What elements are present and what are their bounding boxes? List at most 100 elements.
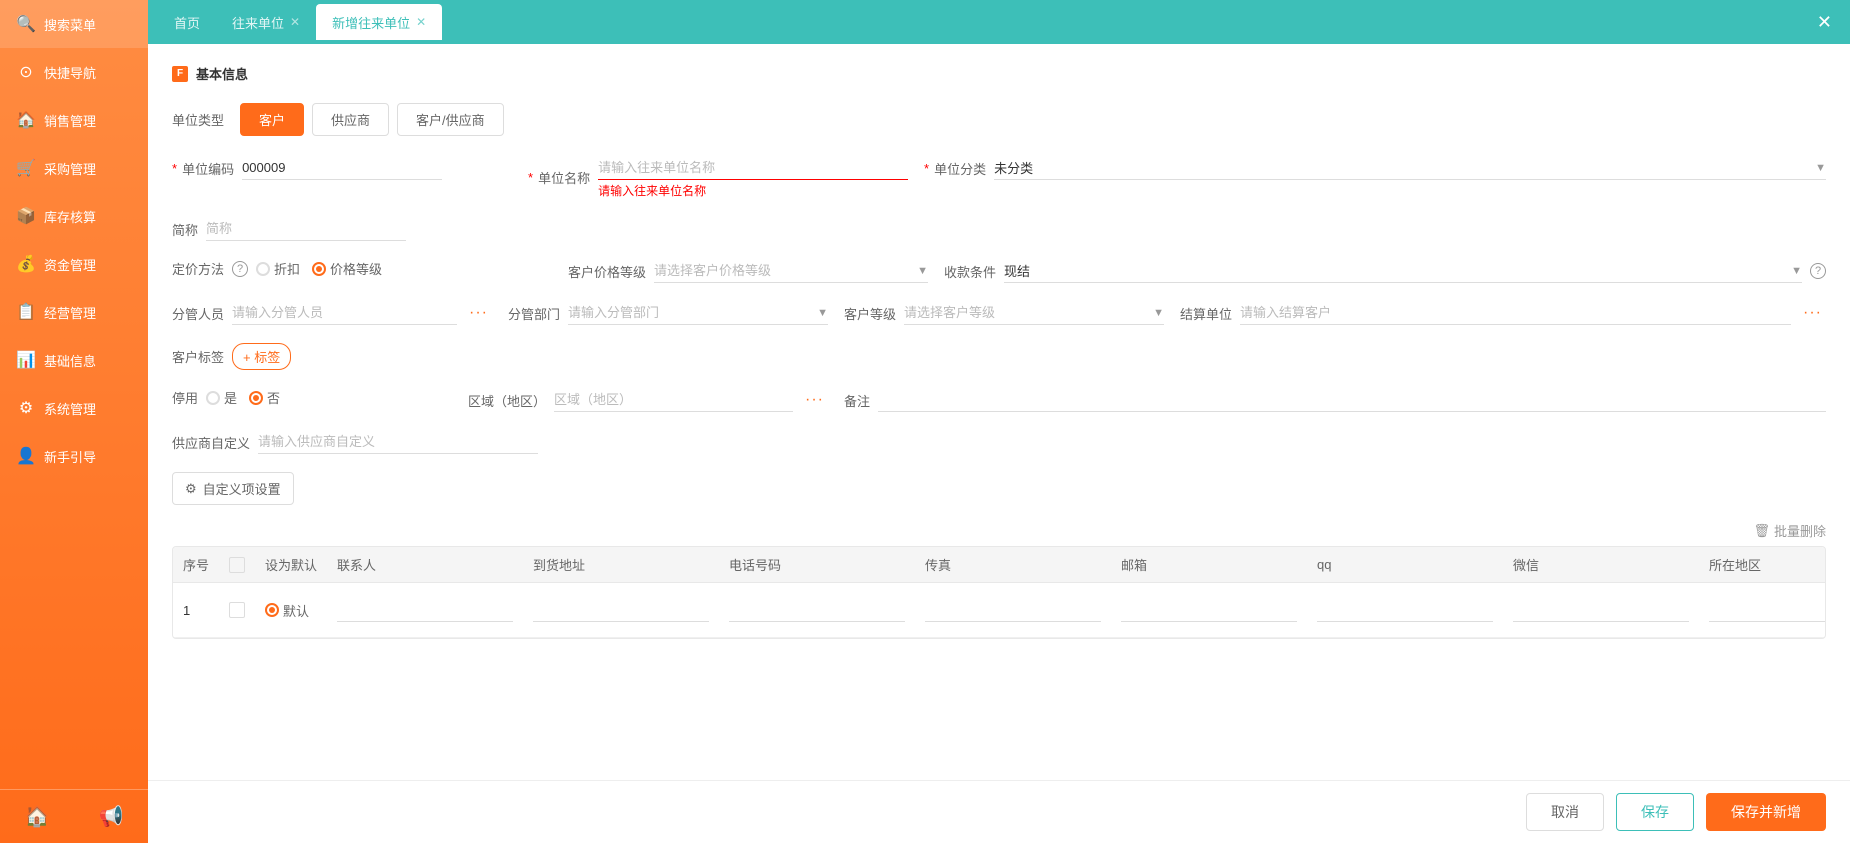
row-qq-input[interactable] (1317, 598, 1493, 622)
tab-partners-close[interactable]: ✕ (290, 15, 300, 29)
unit-name-input[interactable] (598, 156, 908, 180)
settlement-unit-input[interactable] (1240, 301, 1791, 325)
region-input[interactable] (554, 388, 793, 412)
sidebar-item-search[interactable]: 🔍 搜索菜单 (0, 0, 148, 48)
manager-more-btn[interactable]: ··· (465, 304, 492, 322)
col-area: 所在地区 (1699, 547, 1826, 583)
sidebar-item-quick-nav[interactable]: ⊙ 快捷导航 (0, 48, 148, 96)
row-checkbox[interactable] (229, 602, 245, 618)
sidebar-item-basic-info[interactable]: 📊 基础信息 (0, 336, 148, 384)
customer-price-level-input[interactable] (654, 259, 917, 282)
department-select[interactable]: ▼ (568, 301, 828, 325)
unit-name-wrapper: 请输入往来单位名称 (598, 156, 908, 199)
customer-price-level-select[interactable]: ▼ (654, 259, 928, 283)
field-unit-code: 单位编码 (172, 156, 512, 180)
pricing-discount-radio[interactable]: 折扣 (256, 259, 300, 278)
row-qq[interactable] (1307, 583, 1503, 638)
sidebar-item-label: 系统管理 (44, 399, 96, 418)
sidebar-home-btn[interactable]: 🏠 (17, 800, 58, 833)
department-label: 分管部门 (508, 304, 560, 323)
col-seq: 序号 (173, 547, 219, 583)
unit-code-input[interactable] (242, 156, 442, 180)
department-input[interactable] (568, 301, 817, 324)
row-wechat-input[interactable] (1513, 598, 1689, 622)
unit-category-input[interactable] (994, 156, 1815, 179)
newbie-icon: 👤 (16, 446, 36, 466)
disable-no-circle (249, 391, 263, 405)
sidebar-item-purchase[interactable]: 🛒 采购管理 (0, 144, 148, 192)
payment-terms-input[interactable] (1004, 259, 1791, 282)
row-email[interactable] (1111, 583, 1307, 638)
customer-price-level-label: 客户价格等级 (568, 262, 646, 281)
disable-yes-radio[interactable]: 是 (206, 388, 237, 407)
supplier-custom-input[interactable] (258, 430, 538, 454)
custom-settings-btn[interactable]: ⚙ 自定义项设置 (172, 472, 294, 505)
row-area-input[interactable] (1709, 598, 1826, 622)
pricing-level-radio[interactable]: 价格等级 (312, 259, 382, 278)
disable-no-radio[interactable]: 否 (249, 388, 280, 407)
customer-level-select[interactable]: ▼ (904, 301, 1164, 325)
tab-bar: 首页 往来单位 ✕ 新增往来单位 ✕ ✕ (148, 0, 1850, 44)
sidebar-item-label: 销售管理 (44, 111, 96, 130)
form-row-7: 供应商自定义 (172, 430, 1826, 454)
row-contact-input[interactable] (337, 598, 513, 622)
gear-icon: ⚙ (185, 481, 197, 497)
customer-level-input[interactable] (904, 301, 1153, 324)
row-phone[interactable] (719, 583, 915, 638)
tab-bar-close-btn[interactable]: ✕ (1809, 12, 1840, 33)
sidebar-item-newbie[interactable]: 👤 新手引导 (0, 432, 148, 480)
sidebar-item-label: 经营管理 (44, 303, 96, 322)
sidebar-item-inventory[interactable]: 📦 库存核算 (0, 192, 148, 240)
cancel-button[interactable]: 取消 (1526, 793, 1604, 831)
unit-category-select[interactable]: ▼ (994, 156, 1826, 180)
tab-new-partner-close[interactable]: ✕ (416, 15, 426, 29)
manager-label: 分管人员 (172, 304, 224, 323)
sidebar-item-sales[interactable]: 🏠 销售管理 (0, 96, 148, 144)
batch-delete-btn[interactable]: 🗑 批量删除 (1753, 521, 1826, 540)
sidebar-item-system[interactable]: ⚙ 系统管理 (0, 384, 148, 432)
row-email-input[interactable] (1121, 598, 1297, 622)
sidebar-item-finance[interactable]: 💰 资金管理 (0, 240, 148, 288)
pricing-level-circle (312, 262, 326, 276)
short-name-input[interactable] (206, 217, 406, 241)
row-phone-input[interactable] (729, 598, 905, 622)
pricing-help-icon[interactable]: ? (232, 261, 248, 277)
region-more-btn[interactable]: ··· (801, 391, 828, 409)
payment-terms-select[interactable]: ▼ (1004, 259, 1802, 283)
field-settlement-unit: 结算单位 ··· (1180, 301, 1826, 325)
sidebar-notify-btn[interactable]: 📢 (91, 800, 132, 833)
tab-new-partner-label: 新增往来单位 (332, 13, 410, 32)
type-btn-supplier[interactable]: 供应商 (312, 103, 389, 136)
row-default-radio[interactable]: 默认 (265, 601, 317, 620)
tab-home[interactable]: 首页 (158, 4, 216, 40)
payment-terms-help-icon[interactable]: ? (1810, 263, 1826, 279)
remark-input[interactable] (878, 388, 1826, 412)
row-fax-input[interactable] (925, 598, 1101, 622)
row-contact[interactable] (327, 583, 523, 638)
disable-radio-group: 是 否 (206, 388, 280, 407)
save-button[interactable]: 保存 (1616, 793, 1694, 831)
header-checkbox[interactable] (229, 557, 245, 573)
row-address[interactable] (523, 583, 719, 638)
save-new-button[interactable]: 保存并新增 (1706, 793, 1826, 831)
row-wechat[interactable] (1503, 583, 1699, 638)
field-customer-price-level: 客户价格等级 ▼ (568, 259, 928, 283)
sidebar-item-operations[interactable]: 📋 经营管理 (0, 288, 148, 336)
row-area[interactable] (1699, 583, 1826, 638)
sidebar-item-label: 搜索菜单 (44, 15, 96, 34)
tab-new-partner[interactable]: 新增往来单位 ✕ (316, 4, 442, 40)
field-unit-name: 单位名称 请输入往来单位名称 (528, 156, 908, 199)
manager-input[interactable] (232, 301, 457, 325)
pricing-radio-group: 折扣 价格等级 (256, 259, 382, 278)
disable-label: 停用 (172, 388, 198, 407)
type-btn-both[interactable]: 客户/供应商 (397, 103, 504, 136)
col-email: 邮箱 (1111, 547, 1307, 583)
col-fax: 传真 (915, 547, 1111, 583)
add-tag-btn[interactable]: + 标签 (232, 343, 291, 370)
type-btn-customer[interactable]: 客户 (240, 103, 304, 136)
unit-name-error: 请输入往来单位名称 (598, 182, 908, 199)
settlement-unit-more-btn[interactable]: ··· (1799, 304, 1826, 322)
tab-partners[interactable]: 往来单位 ✕ (216, 4, 316, 40)
row-fax[interactable] (915, 583, 1111, 638)
row-address-input[interactable] (533, 598, 709, 622)
